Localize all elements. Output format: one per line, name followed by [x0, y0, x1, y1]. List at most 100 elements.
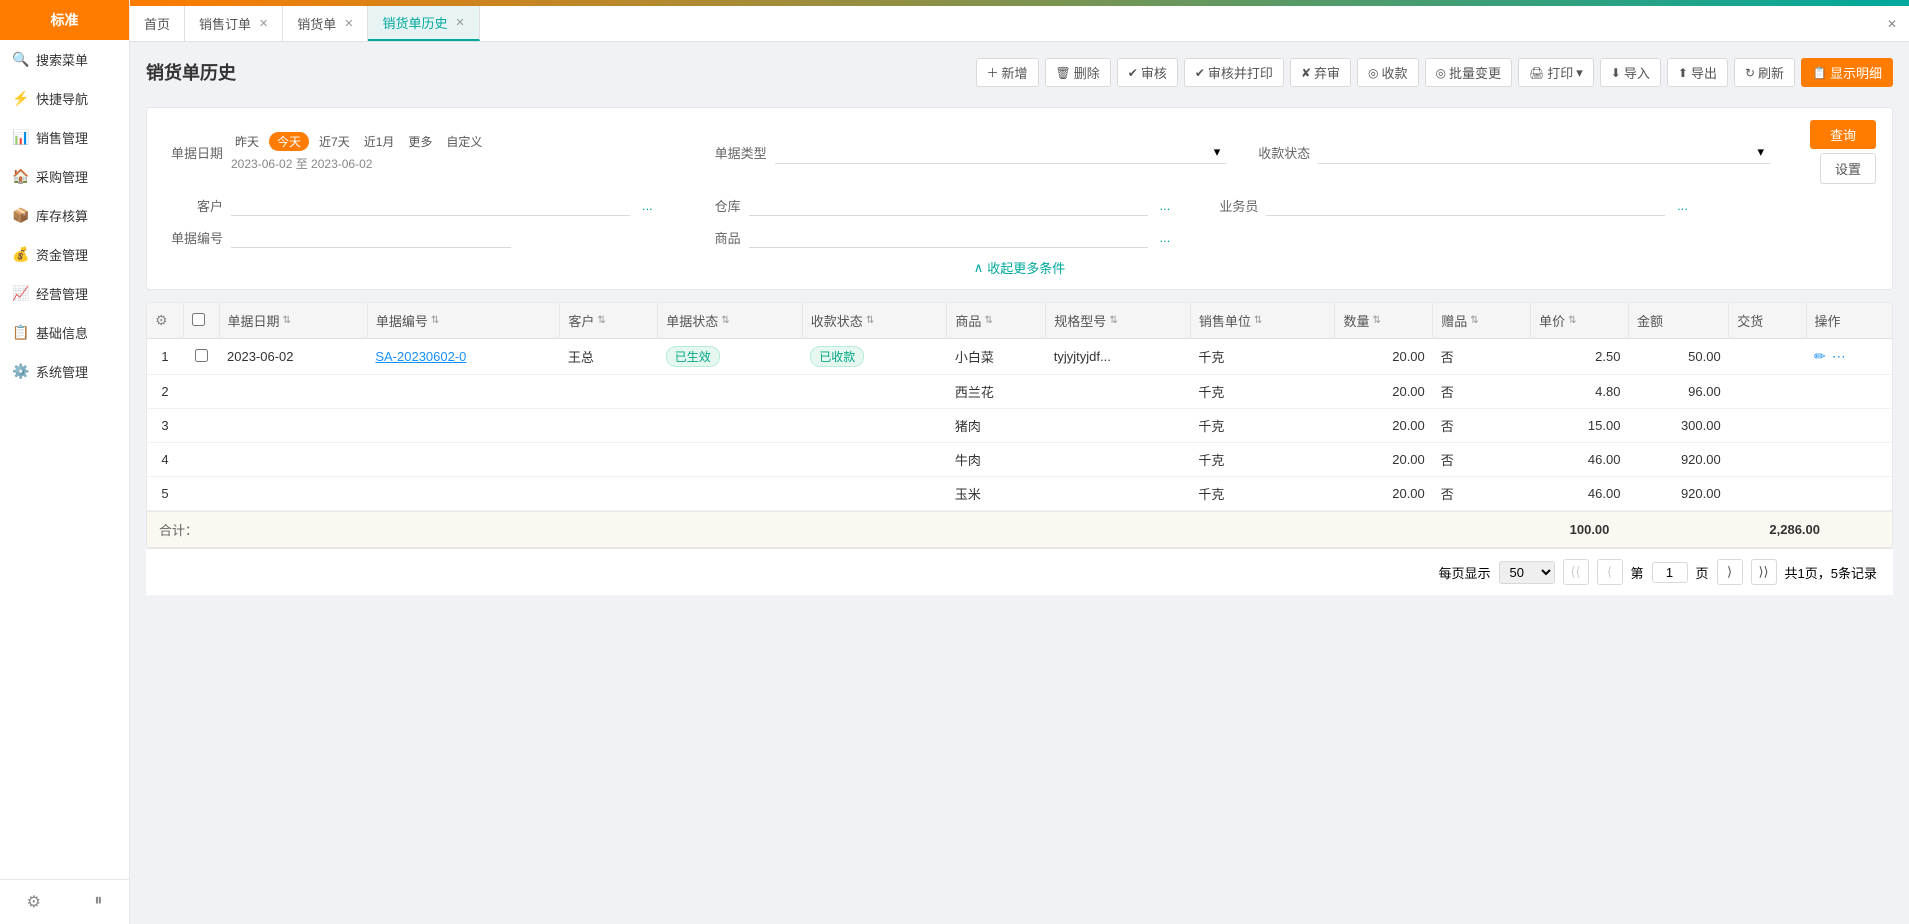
- cell-doc-no: [367, 409, 560, 443]
- cell-unit: 千克: [1190, 375, 1335, 409]
- tab-sales-goods[interactable]: 销货单 ✕: [283, 6, 368, 41]
- query-button[interactable]: 查询: [1810, 120, 1876, 149]
- date-shortcut-1month[interactable]: 近1月: [360, 132, 399, 151]
- abandon-button[interactable]: ✘ 弃审: [1290, 58, 1351, 87]
- date-shortcut-7days[interactable]: 近7天: [315, 132, 354, 151]
- filter-goods: 商品 ...: [681, 226, 1175, 248]
- tab-sales-order-close[interactable]: ✕: [259, 17, 268, 30]
- filter-collect-status: 收款状态 ▾: [1250, 141, 1770, 164]
- sidebar-settings-icon[interactable]: ⚙: [23, 888, 45, 916]
- th-goods[interactable]: 商品 ⇅: [947, 303, 1046, 339]
- sidebar-item-purchase-mgmt[interactable]: 🏠 采购管理: [0, 157, 129, 196]
- cell-doc-status: 已生效: [658, 339, 803, 375]
- th-qty[interactable]: 数量 ⇅: [1335, 303, 1433, 339]
- page-first-btn[interactable]: ⟨⟨: [1563, 559, 1589, 585]
- th-collect-status[interactable]: 收款状态 ⇅: [802, 303, 947, 339]
- cell-doc-status: [658, 477, 803, 511]
- sidebar-item-biz-mgmt[interactable]: 📈 经营管理: [0, 274, 129, 313]
- collapse-button[interactable]: ∧ 收起更多条件: [163, 258, 1876, 277]
- cell-gift: 否: [1433, 477, 1531, 511]
- collect-status-select[interactable]: ▾: [1318, 141, 1770, 164]
- page-last-btn[interactable]: ⟩⟩: [1751, 559, 1777, 585]
- sidebar: 标准 🔍 搜索菜单 ⚡ 快捷导航 📊 销售管理 🏠 采购管理 📦 库存核算 💰 …: [0, 0, 130, 924]
- sidebar-collapse-icon[interactable]: ⏸: [90, 888, 106, 916]
- date-shortcut-yesterday[interactable]: 昨天: [231, 132, 263, 151]
- date-shortcut-today[interactable]: 今天: [269, 132, 309, 151]
- th-doc-status[interactable]: 单据状态 ⇅: [658, 303, 803, 339]
- goods-input[interactable]: [749, 226, 1148, 248]
- export-button[interactable]: ⬆ 导出: [1667, 58, 1728, 87]
- sidebar-item-inventory[interactable]: 📦 库存核算: [0, 196, 129, 235]
- page-current-input[interactable]: [1652, 562, 1688, 583]
- sidebar-item-search-menu[interactable]: 🔍 搜索菜单: [0, 40, 129, 79]
- doc-no-link[interactable]: SA-20230602-0: [375, 349, 466, 364]
- date-shortcut-custom[interactable]: 自定义: [442, 132, 486, 151]
- warehouse-input[interactable]: [749, 194, 1148, 216]
- th-doc-date[interactable]: 单据日期 ⇅: [219, 303, 367, 339]
- set-button[interactable]: 设置: [1820, 153, 1876, 184]
- th-doc-no[interactable]: 单据编号 ⇅: [367, 303, 560, 339]
- th-gift[interactable]: 赠品 ⇅: [1433, 303, 1531, 339]
- collapse-up-icon: ∧: [974, 260, 984, 276]
- filter-salesperson: 业务员 ...: [1198, 194, 1692, 216]
- edit-action-icon[interactable]: ✏: [1814, 348, 1826, 365]
- tab-home-label: 首页: [144, 14, 170, 33]
- sort-qty-icon: ⇅: [1372, 315, 1380, 326]
- doc-type-label: 单据类型: [707, 143, 767, 162]
- warehouse-ellipsis[interactable]: ...: [1156, 198, 1175, 213]
- customer-ellipsis[interactable]: ...: [638, 198, 657, 213]
- cell-row-no: 4: [147, 443, 183, 477]
- cell-spec: [1046, 375, 1191, 409]
- audit-button[interactable]: ✔ 审核: [1117, 58, 1178, 87]
- data-table-container: ⚙ 单据日期 ⇅ 单据编号: [146, 302, 1893, 548]
- new-button[interactable]: ＋ 新增: [976, 58, 1039, 87]
- import-button[interactable]: ⬇ 导入: [1600, 58, 1661, 87]
- page-prev-btn[interactable]: ⟨: [1597, 559, 1623, 585]
- customer-input[interactable]: [231, 194, 630, 216]
- cell-action: ✏⋯: [1806, 339, 1892, 375]
- cell-doc-date: [219, 375, 367, 409]
- sidebar-item-sys-mgmt[interactable]: ⚙️ 系统管理: [0, 352, 129, 391]
- th-unit[interactable]: 销售单位 ⇅: [1190, 303, 1335, 339]
- tab-home[interactable]: 首页: [130, 6, 185, 41]
- show-detail-button[interactable]: 📋 显示明细: [1801, 58, 1893, 87]
- sidebar-item-sales-mgmt[interactable]: 📊 销售管理: [0, 118, 129, 157]
- settings-gear-icon[interactable]: ⚙: [155, 312, 168, 328]
- print-button[interactable]: 🖨 打印 ▾: [1518, 58, 1594, 87]
- sort-doc-no-icon: ⇅: [431, 315, 439, 326]
- cell-checkbox: [183, 409, 219, 443]
- delete-button[interactable]: 🗑 删除: [1045, 58, 1111, 87]
- tab-sales-order[interactable]: 销售订单 ✕: [185, 6, 283, 41]
- doc-no-input[interactable]: [231, 226, 511, 248]
- abandon-icon: ✘: [1301, 66, 1311, 80]
- more-action-icon[interactable]: ⋯: [1832, 348, 1846, 365]
- refresh-button[interactable]: ↻ 刷新: [1734, 58, 1795, 87]
- th-settings[interactable]: ⚙: [147, 303, 183, 339]
- collect-button[interactable]: ◎ 收款: [1357, 58, 1419, 87]
- tab-sales-history[interactable]: 销货单历史 ✕: [368, 6, 479, 41]
- table-footer: 合计： 100.00 2,286.00: [147, 511, 1892, 547]
- audit-print-button[interactable]: ✔ 审核并打印: [1184, 58, 1284, 87]
- batch-change-button[interactable]: ◎ 批量变更: [1425, 58, 1513, 87]
- th-unit-price[interactable]: 单价 ⇅: [1531, 303, 1629, 339]
- row-checkbox[interactable]: [195, 349, 208, 362]
- date-shortcut-more[interactable]: 更多: [404, 132, 436, 151]
- tab-sales-history-close[interactable]: ✕: [456, 16, 465, 29]
- tab-sales-goods-close[interactable]: ✕: [344, 17, 353, 30]
- select-all-checkbox[interactable]: [192, 313, 205, 326]
- doc-type-select[interactable]: ▾: [775, 141, 1227, 164]
- th-customer[interactable]: 客户 ⇅: [560, 303, 658, 339]
- salesperson-input[interactable]: [1266, 194, 1665, 216]
- sidebar-item-basic-info[interactable]: 📋 基础信息: [0, 313, 129, 352]
- goods-ellipsis[interactable]: ...: [1156, 230, 1175, 245]
- search-menu-icon: 🔍: [12, 51, 28, 68]
- page-size-select[interactable]: 50 100: [1499, 561, 1555, 584]
- page-next-btn[interactable]: ⟩: [1717, 559, 1743, 585]
- cell-unit-price: 46.00: [1531, 443, 1629, 477]
- th-spec[interactable]: 规格型号 ⇅: [1046, 303, 1191, 339]
- sidebar-item-label: 销售管理: [36, 128, 88, 147]
- sidebar-item-quick-nav[interactable]: ⚡ 快捷导航: [0, 79, 129, 118]
- tabs-close-all[interactable]: ✕: [1875, 17, 1909, 31]
- salesperson-ellipsis[interactable]: ...: [1673, 198, 1692, 213]
- sidebar-item-fund-mgmt[interactable]: 💰 资金管理: [0, 235, 129, 274]
